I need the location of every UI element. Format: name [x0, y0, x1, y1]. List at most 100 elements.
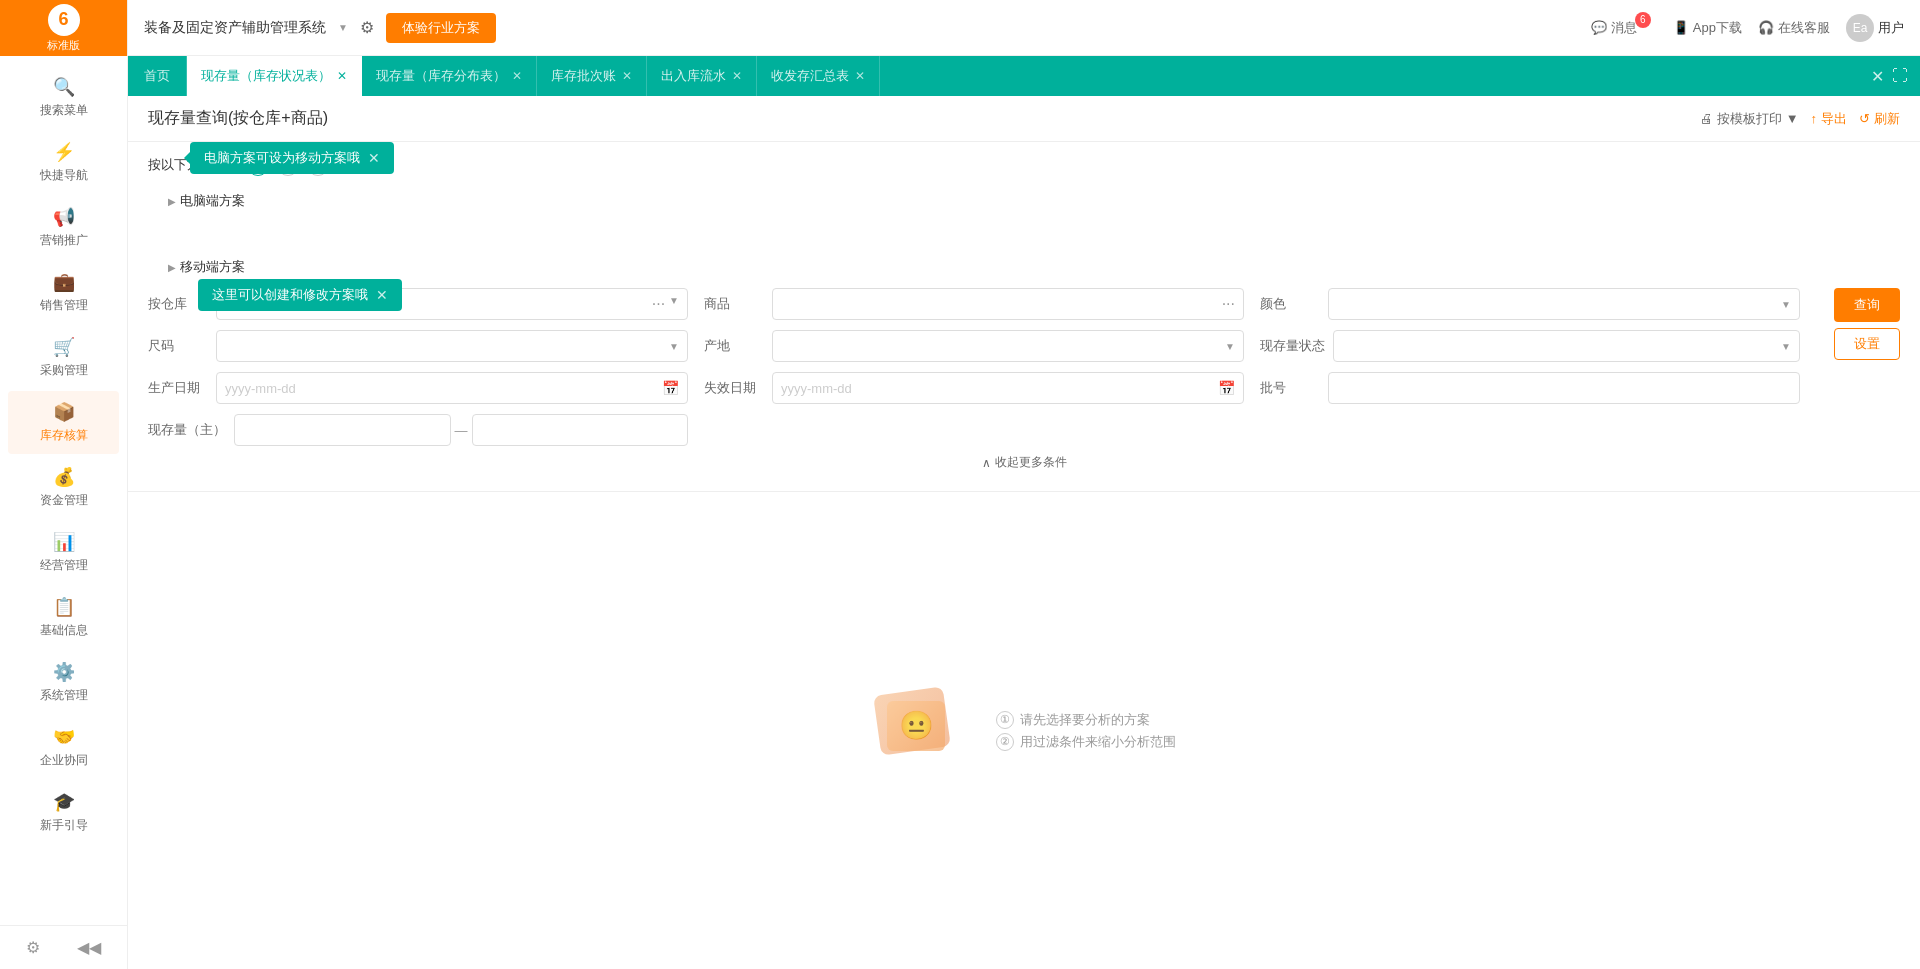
sidebar-item-quicknav-label: 快捷导航 [40, 167, 88, 184]
tab-bar: 首页 现存量（库存状况表） ✕ 现存量（库存分布表） ✕ 库存批次账 ✕ 出入库… [128, 56, 1920, 96]
sidebar-item-finance[interactable]: 💰 资金管理 [8, 456, 119, 519]
reset-button[interactable]: 设置 [1834, 328, 1900, 360]
batch-input[interactable] [1328, 372, 1800, 404]
system-dropdown-arrow[interactable]: ▼ [338, 22, 348, 33]
tooltip1-close[interactable]: ✕ [368, 150, 380, 166]
export-label: 导出 [1821, 110, 1847, 128]
app-download-label: App下载 [1693, 19, 1742, 37]
headset-icon: 🎧 [1758, 20, 1774, 35]
tab-bar-right: ✕ ⛶ [1859, 56, 1920, 96]
filter-row-stock-status: 现存量状态 ▼ [1260, 330, 1800, 362]
produce-date-calendar-icon[interactable]: 📅 [662, 380, 679, 396]
empty-box-face: 😐 [887, 701, 945, 751]
sidebar-item-purchase[interactable]: 🛒 采购管理 [8, 326, 119, 389]
sidebar-item-sales-label: 销售管理 [40, 297, 88, 314]
refresh-btn[interactable]: ↺ 刷新 [1859, 110, 1900, 128]
sidebar-item-search[interactable]: 🔍 搜索菜单 [8, 66, 119, 129]
tooltip2-close[interactable]: ✕ [376, 287, 388, 303]
sidebar-item-operations[interactable]: 📊 经营管理 [8, 521, 119, 584]
origin-label: 产地 [704, 337, 764, 355]
avatar: Ea [1846, 14, 1874, 42]
tab-summary-close[interactable]: ✕ [855, 69, 865, 83]
stock-qty-max-input[interactable] [472, 414, 689, 446]
collapse-bar[interactable]: ∧ 收起更多条件 [148, 446, 1900, 479]
product-dots[interactable]: ··· [1222, 295, 1235, 313]
system-icon: ⚙️ [53, 661, 75, 683]
header-settings-icon[interactable]: ⚙ [360, 18, 374, 37]
expire-date-calendar-icon[interactable]: 📅 [1218, 380, 1235, 396]
logo-icon: 6 [48, 4, 80, 36]
user-item[interactable]: Ea 用户 [1846, 14, 1904, 42]
expire-date-input[interactable]: yyyy-mm-dd 📅 [772, 372, 1244, 404]
tab-home[interactable]: 首页 [128, 56, 187, 96]
sidebar-item-system[interactable]: ⚙️ 系统管理 [8, 651, 119, 714]
sidebar-item-basic[interactable]: 📋 基础信息 [8, 586, 119, 649]
data-area: 😐 ① 请先选择要分析的方案 ② 用过滤条件来缩小分析范围 [128, 492, 1920, 969]
tab-stock-dist-close[interactable]: ✕ [512, 69, 522, 83]
sidebar-item-marketing[interactable]: 📢 营销推广 [8, 196, 119, 259]
tab-close-all-icon[interactable]: ✕ [1871, 67, 1884, 86]
tab-summary[interactable]: 收发存汇总表 ✕ [757, 56, 880, 96]
message-badge: 6 [1635, 12, 1651, 28]
produce-date-input[interactable]: yyyy-mm-dd 📅 [216, 372, 688, 404]
batch-label: 批号 [1260, 379, 1320, 397]
filter-row-size: 尺码 ▼ [148, 330, 688, 362]
collapse-sidebar-icon[interactable]: ◀◀ [77, 938, 101, 957]
warehouse-dots[interactable]: ··· [652, 295, 665, 313]
corp-icon: 🤝 [53, 726, 75, 748]
size-select[interactable]: ▼ [216, 330, 688, 362]
tab-home-label: 首页 [144, 67, 170, 85]
basic-icon: 📋 [53, 596, 75, 618]
tab-batch-close[interactable]: ✕ [622, 69, 632, 83]
query-button[interactable]: 查询 [1834, 288, 1900, 322]
tab-stock-dist[interactable]: 现存量（库存分布表） ✕ [362, 56, 537, 96]
system-name: 装备及固定资产辅助管理系统 [144, 19, 326, 37]
message-item[interactable]: 💬 消息 6 [1591, 19, 1657, 37]
tab-batch-label: 库存批次账 [551, 67, 616, 85]
tab-batch[interactable]: 库存批次账 ✕ [537, 56, 647, 96]
color-label: 颜色 [1260, 295, 1320, 313]
stock-qty-range: — [234, 414, 688, 446]
tab-inout-close[interactable]: ✕ [732, 69, 742, 83]
sales-icon: 💼 [53, 271, 75, 293]
export-btn[interactable]: ↑ 导出 [1811, 110, 1848, 128]
app-download-item[interactable]: 📱 App下载 [1673, 19, 1742, 37]
tab-fullscreen-icon[interactable]: ⛶ [1892, 67, 1908, 85]
refresh-label: 刷新 [1874, 110, 1900, 128]
settings-bottom-icon[interactable]: ⚙ [26, 938, 40, 957]
tab-stock-status[interactable]: 现存量（库存状况表） ✕ [187, 56, 362, 96]
filter-grid-wrapper: 按仓库 ··· ▼ 商品 [148, 288, 1900, 446]
sidebar-item-newbie[interactable]: 🎓 新手引导 [8, 781, 119, 844]
stock-status-select[interactable]: ▼ [1333, 330, 1800, 362]
stock-qty-min-input[interactable] [234, 414, 451, 446]
scheme-item-pc[interactable]: ▶ 电脑端方案 [160, 188, 1900, 214]
sidebar-item-sales[interactable]: 💼 销售管理 [8, 261, 119, 324]
tip1-num: ① [996, 711, 1014, 729]
filter-row-origin: 产地 ▼ [704, 330, 1244, 362]
scheme-item-mobile[interactable]: ▶ 移动端方案 [160, 254, 1900, 280]
tab-stock-status-close[interactable]: ✕ [337, 69, 347, 83]
origin-select[interactable]: ▼ [772, 330, 1244, 362]
color-select[interactable]: ▼ [1328, 288, 1800, 320]
stock-status-label: 现存量状态 [1260, 337, 1325, 355]
top-header: 装备及固定资产辅助管理系统 ▼ ⚙ 体验行业方案 💬 消息 6 📱 App下载 … [128, 0, 1920, 56]
scheme-mobile-label: 移动端方案 [180, 258, 245, 276]
sidebar-item-quicknav[interactable]: ⚡ 快捷导航 [8, 131, 119, 194]
sidebar-item-inventory[interactable]: 📦 库存核算 [8, 391, 119, 454]
collapse-up-icon: ∧ [982, 456, 991, 470]
tab-inout[interactable]: 出入库流水 ✕ [647, 56, 757, 96]
print-btn[interactable]: 🖨 按模板打印 ▼ [1700, 110, 1799, 128]
product-select[interactable]: ··· [772, 288, 1244, 320]
header-right: 💬 消息 6 📱 App下载 🎧 在线客服 Ea 用户 [1591, 14, 1904, 42]
warehouse-arrow: ▼ [669, 295, 679, 313]
empty-state: 😐 ① 请先选择要分析的方案 ② 用过滤条件来缩小分析范围 [872, 686, 1176, 776]
tooltip2-text: 这里可以创建和修改方案哦 [212, 286, 368, 304]
purchase-icon: 🛒 [53, 336, 75, 358]
sidebar-item-basic-label: 基础信息 [40, 622, 88, 639]
page-actions: 🖨 按模板打印 ▼ ↑ 导出 ↺ 刷新 [1700, 110, 1900, 128]
online-service-item[interactable]: 🎧 在线客服 [1758, 19, 1830, 37]
trial-button[interactable]: 体验行业方案 [386, 13, 496, 43]
sidebar-item-corp[interactable]: 🤝 企业协同 [8, 716, 119, 779]
filter-row-color: 颜色 ▼ [1260, 288, 1800, 320]
stock-qty-label: 现存量（主） [148, 421, 226, 439]
